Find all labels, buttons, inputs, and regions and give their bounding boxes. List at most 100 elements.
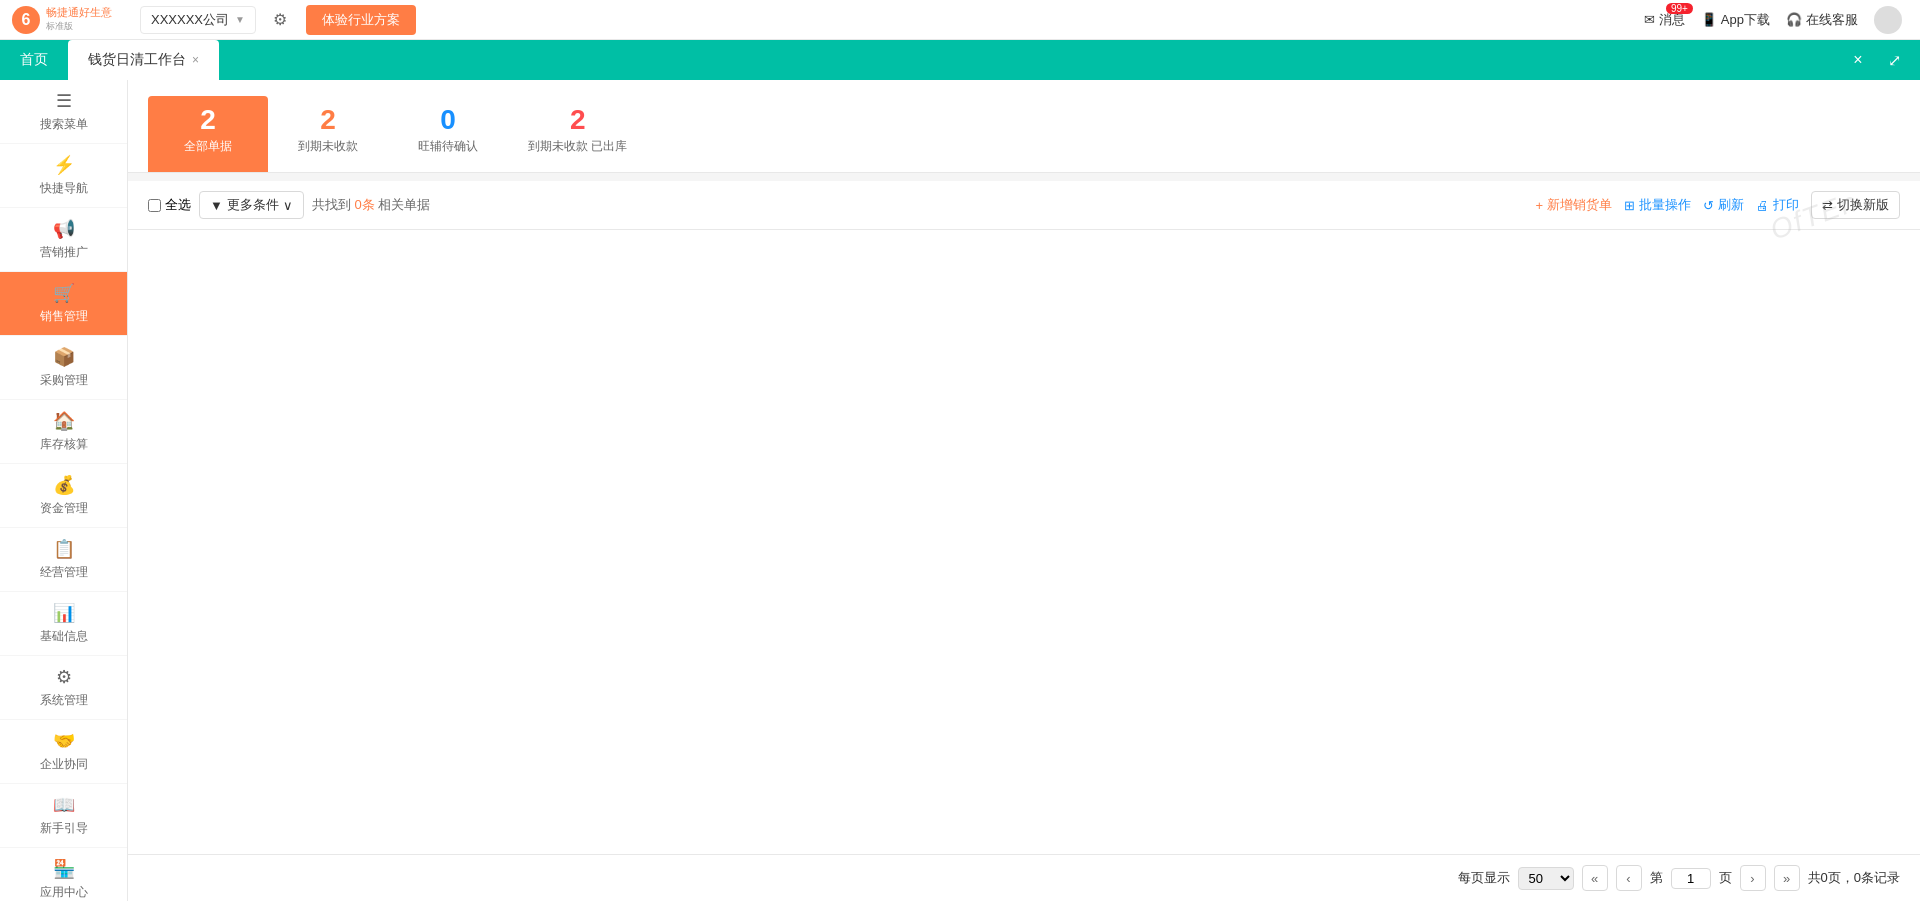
add-sale-button[interactable]: + 新增销货单 <box>1535 196 1612 214</box>
print-icon: 🖨 <box>1756 198 1769 213</box>
app-download[interactable]: 📱 App下载 <box>1701 11 1770 29</box>
stat-tab-overdue[interactable]: 2 到期未收款 <box>268 96 388 172</box>
refresh-icon: ↺ <box>1703 198 1714 213</box>
app-center-icon: 🏪 <box>53 858 75 880</box>
switch-icon: ⇄ <box>1822 198 1833 213</box>
avatar <box>1874 6 1902 34</box>
basic-info-icon: 📊 <box>53 602 75 624</box>
filter-icon: ▼ <box>210 198 223 213</box>
top-bar: 6 畅捷通好生意 标准版 XXXXXX公司 ▼ ⚙ 体验行业方案 ✉ 消息 99… <box>0 0 1920 40</box>
prev-page-button[interactable]: ‹ <box>1616 865 1642 891</box>
filter-label: 更多条件 <box>227 196 279 214</box>
per-page-label: 每页显示 <box>1458 869 1510 887</box>
page-label: 第 <box>1650 869 1663 887</box>
sidebar-label-search: 搜索菜单 <box>40 116 88 133</box>
add-label: 新增销货单 <box>1547 196 1612 214</box>
messages-area[interactable]: ✉ 消息 99+ <box>1644 11 1685 29</box>
sidebar-label-quicknav: 快捷导航 <box>40 180 88 197</box>
guide-icon: 📖 <box>53 794 75 816</box>
logo-area: 6 畅捷通好生意 标准版 <box>12 6 140 34</box>
stat-number-all: 2 <box>168 106 248 134</box>
nav-tabs: 首页 钱货日清工作台 × × ⤢ <box>0 40 1920 80</box>
online-service[interactable]: 🎧 在线客服 <box>1786 11 1858 29</box>
stat-number-shipped: 2 <box>528 106 627 134</box>
sidebar-item-sales[interactable]: 🛒 销售管理 <box>0 272 127 336</box>
select-all-input[interactable] <box>148 199 161 212</box>
system-icon: ⚙ <box>56 666 72 688</box>
print-button[interactable]: 🖨 打印 <box>1756 196 1799 214</box>
collaboration-icon: 🤝 <box>53 730 75 752</box>
select-all-checkbox[interactable]: 全选 <box>148 196 191 214</box>
sidebar-item-quicknav[interactable]: ⚡ 快捷导航 <box>0 144 127 208</box>
found-suffix: 相关单据 <box>378 197 430 212</box>
stat-tab-wangfu[interactable]: 0 旺辅待确认 <box>388 96 508 172</box>
last-page-button[interactable]: » <box>1774 865 1800 891</box>
filter-chevron-icon: ∨ <box>283 198 293 213</box>
stat-tab-all[interactable]: 2 全部单据 <box>148 96 268 172</box>
company-chevron-icon: ▼ <box>235 14 245 25</box>
sidebar-item-guide[interactable]: 📖 新手引导 <box>0 784 127 848</box>
stat-number-overdue: 2 <box>288 106 368 134</box>
settings-icon[interactable]: ⚙ <box>266 6 294 34</box>
sidebar-label-inventory: 库存核算 <box>40 436 88 453</box>
message-icon: ✉ <box>1644 12 1655 27</box>
sidebar-label-collaboration: 企业协同 <box>40 756 88 773</box>
select-all-label: 全选 <box>165 196 191 214</box>
total-records: 共0页，0条记录 <box>1808 869 1900 887</box>
sidebar-item-search[interactable]: ☰ 搜索菜单 <box>0 80 127 144</box>
sidebar-label-app-center: 应用中心 <box>40 884 88 901</box>
stat-tab-shipped[interactable]: 2 到期未收款 已出库 <box>508 96 647 172</box>
tab-controls: × ⤢ <box>1844 46 1920 74</box>
sidebar-label-basic-info: 基础信息 <box>40 628 88 645</box>
avatar-area[interactable] <box>1874 6 1908 34</box>
pagination: 每页显示 50 100 200 « ‹ 第 页 › » 共0页，0条记录 <box>128 854 1920 901</box>
sidebar-label-purchase: 采购管理 <box>40 372 88 389</box>
found-count: 0条 <box>355 197 375 212</box>
stat-label-shipped: 到期未收款 已出库 <box>528 138 627 155</box>
sidebar-item-system[interactable]: ⚙ 系统管理 <box>0 656 127 720</box>
maximize-button[interactable]: ⤢ <box>1880 46 1908 74</box>
logo-text: 畅捷通好生意 <box>46 6 112 19</box>
current-page-input[interactable] <box>1671 868 1711 889</box>
sidebar-item-purchase[interactable]: 📦 采购管理 <box>0 336 127 400</box>
refresh-button[interactable]: ↺ 刷新 <box>1703 196 1744 214</box>
quicknav-icon: ⚡ <box>53 154 75 176</box>
sidebar-label-finance: 资金管理 <box>40 500 88 517</box>
print-label: 打印 <box>1773 196 1799 214</box>
sidebar-item-inventory[interactable]: 🏠 库存核算 <box>0 400 127 464</box>
minimize-button[interactable]: × <box>1844 46 1872 74</box>
next-page-button[interactable]: › <box>1740 865 1766 891</box>
sidebar-item-operations[interactable]: 📋 经营管理 <box>0 528 127 592</box>
sidebar-item-app-center[interactable]: 🏪 应用中心 <box>0 848 127 901</box>
trial-button[interactable]: 体验行业方案 <box>306 5 416 35</box>
watermark: OfTEn <box>1766 230 1862 247</box>
phone-icon: 📱 <box>1701 12 1717 27</box>
sidebar-item-marketing[interactable]: 📢 营销推广 <box>0 208 127 272</box>
sidebar-label-marketing: 营销推广 <box>40 244 88 261</box>
messages-badge: 99+ <box>1666 3 1693 14</box>
sidebar-item-collaboration[interactable]: 🤝 企业协同 <box>0 720 127 784</box>
filter-button[interactable]: ▼ 更多条件 ∨ <box>199 191 304 219</box>
top-right: ✉ 消息 99+ 📱 App下载 🎧 在线客服 <box>1644 6 1908 34</box>
logo-badge: 标准版 <box>46 20 112 33</box>
first-page-button[interactable]: « <box>1582 865 1608 891</box>
operations-icon: 📋 <box>53 538 75 560</box>
inventory-icon: 🏠 <box>53 410 75 432</box>
main-content: 2 全部单据 2 到期未收款 0 旺辅待确认 2 到期未收款 已出库 全选 <box>128 80 1920 901</box>
online-service-label: 在线客服 <box>1806 11 1858 29</box>
sidebar-item-finance[interactable]: 💰 资金管理 <box>0 464 127 528</box>
per-page-select[interactable]: 50 100 200 <box>1518 867 1574 890</box>
purchase-icon: 📦 <box>53 346 75 368</box>
workbench-tab[interactable]: 钱货日清工作台 × <box>68 40 219 80</box>
stats-tabs: 2 全部单据 2 到期未收款 0 旺辅待确认 2 到期未收款 已出库 <box>128 80 1920 173</box>
home-tab[interactable]: 首页 <box>0 40 68 80</box>
switch-version-button[interactable]: ⇄ 切换新版 <box>1811 191 1900 219</box>
batch-label: 批量操作 <box>1639 196 1691 214</box>
sidebar-label-sales: 销售管理 <box>40 308 88 325</box>
search-menu-icon: ☰ <box>56 90 72 112</box>
toolbar-right: + 新增销货单 ⊞ 批量操作 ↺ 刷新 🖨 打印 ⇄ 切换新版 <box>1535 191 1900 219</box>
batch-button[interactable]: ⊞ 批量操作 <box>1624 196 1691 214</box>
company-selector[interactable]: XXXXXX公司 ▼ <box>140 6 256 34</box>
workbench-close-icon[interactable]: × <box>192 53 199 67</box>
sidebar-item-basic-info[interactable]: 📊 基础信息 <box>0 592 127 656</box>
